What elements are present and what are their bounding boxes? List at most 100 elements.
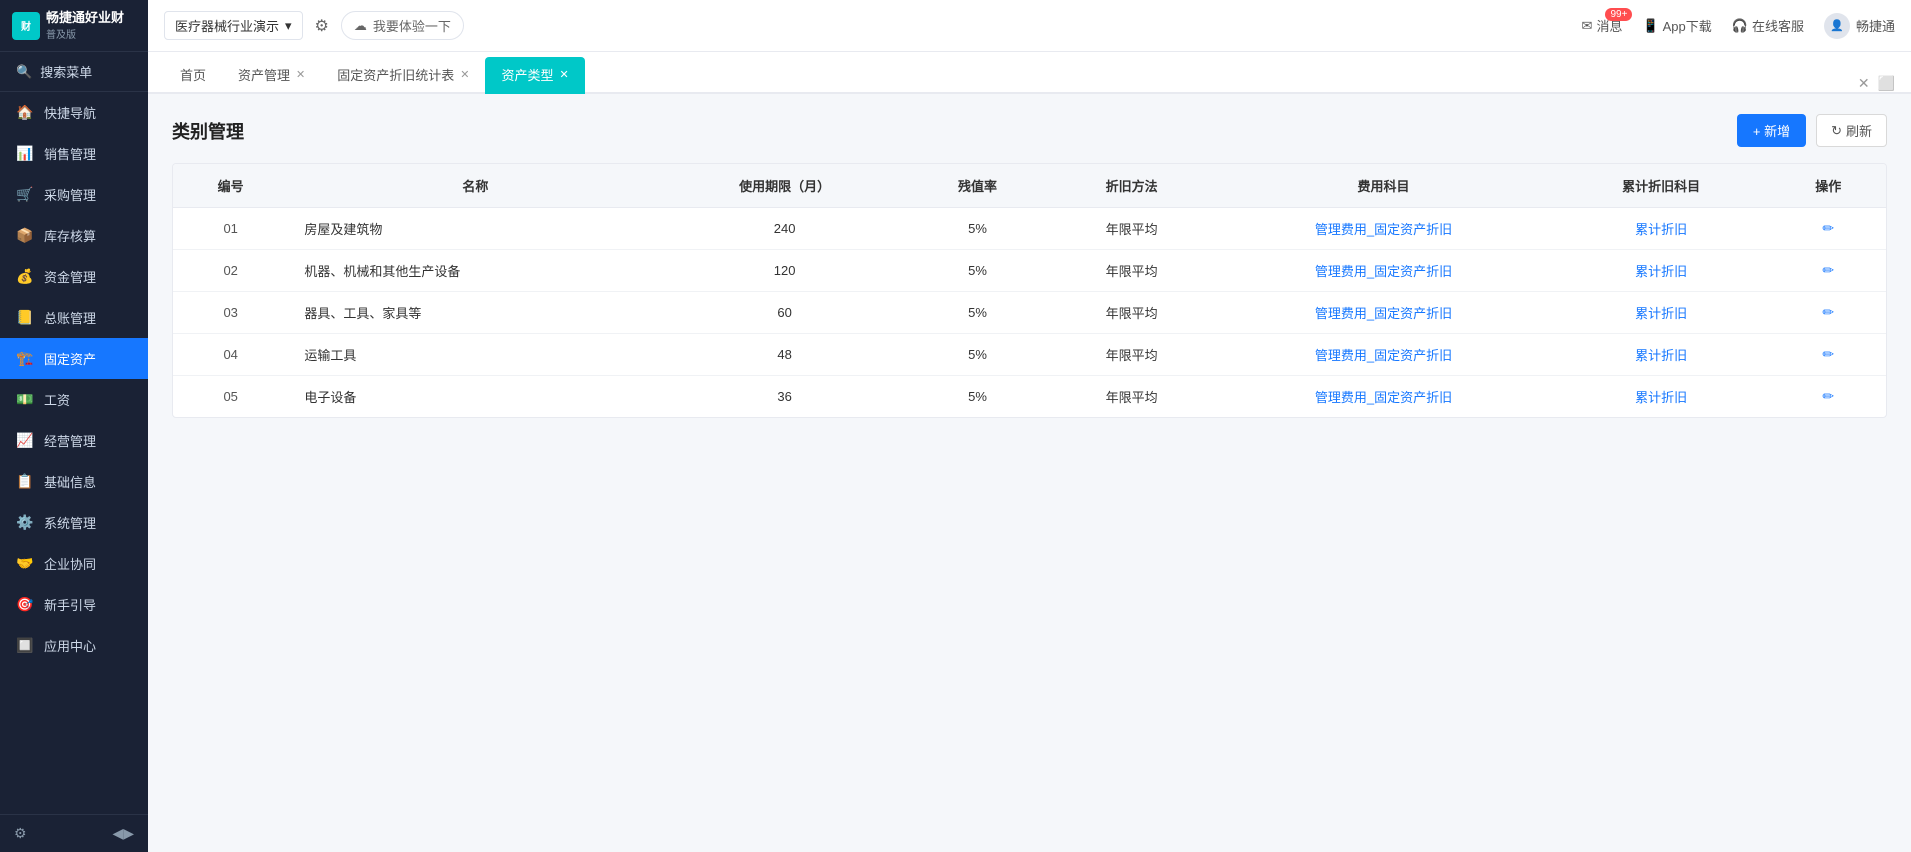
app-download-icon: 📱 (1642, 18, 1658, 34)
sidebar-item-sales[interactable]: 📊 销售管理 (0, 133, 148, 174)
tab-asset-mgmt-close[interactable]: ✕ (296, 68, 305, 81)
nav-label: 新手引导 (44, 595, 96, 614)
app-selector[interactable]: 医疗器械行业演示 ▾ (164, 11, 303, 40)
edit-icon[interactable]: ✏ (1822, 262, 1834, 278)
tab-fixed-depr[interactable]: 固定资产折旧统计表 ✕ (321, 57, 485, 94)
cell-name: 房屋及建筑物 (288, 208, 662, 250)
cell-action: ✏ (1771, 292, 1886, 334)
sidebar-item-app-center[interactable]: 🔲 应用中心 (0, 625, 148, 666)
online-service-action[interactable]: 🎧 在线客服 (1732, 16, 1804, 35)
collapse-icon[interactable]: ◀▶ (112, 825, 134, 842)
sidebar-item-system[interactable]: ⚙️ 系统管理 (0, 502, 148, 543)
cell-action: ✏ (1771, 376, 1886, 418)
purchase-icon: 🛒 (16, 186, 34, 204)
settings-icon[interactable]: ⚙ (14, 825, 27, 842)
app-center-icon: 🔲 (16, 637, 34, 655)
cell-name: 器具、工具、家具等 (288, 292, 662, 334)
search-label: 搜索菜单 (40, 62, 92, 81)
app-download-action[interactable]: 📱 App下载 (1642, 16, 1711, 35)
restore-window-btn[interactable]: ⬜ (1878, 75, 1895, 92)
cell-residual: 5% (907, 376, 1048, 418)
sidebar-item-basic-info[interactable]: 📋 基础信息 (0, 461, 148, 502)
cell-residual: 5% (907, 208, 1048, 250)
table-header: 编号 名称 使用期限（月） 残值率 折旧方法 费用科目 累计折旧科目 操作 (173, 164, 1886, 208)
sidebar: 财 畅捷通好业财 普及版 🔍 搜索菜单 🏠 快捷导航 📊 销售管理 🛒 采购管理… (0, 0, 148, 852)
experience-label: 我要体验一下 (373, 16, 451, 35)
sidebar-item-finance[interactable]: 💰 资金管理 (0, 256, 148, 297)
cell-fee: 管理费用_固定资产折旧 (1215, 208, 1552, 250)
search-icon: 🔍 (16, 64, 32, 80)
cell-fee: 管理费用_固定资产折旧 (1215, 292, 1552, 334)
tabbar: 首页 资产管理 ✕ 固定资产折旧统计表 ✕ 资产类型 ✕ ✕ ⬜ (148, 52, 1911, 94)
tab-fixed-depr-label: 固定资产折旧统计表 (337, 65, 454, 84)
cell-period: 120 (662, 250, 907, 292)
tab-window-controls: ✕ ⬜ (1858, 75, 1895, 92)
messages-action[interactable]: ✉ 消息 99+ (1582, 16, 1623, 35)
col-name: 名称 (288, 164, 662, 208)
col-method: 折旧方法 (1048, 164, 1215, 208)
page-title: 类别管理 (172, 118, 244, 144)
experience-icon: ☁ (354, 18, 367, 34)
cell-accum: 累计折旧 (1552, 334, 1771, 376)
page-header: 类别管理 + 新增 ↻ 刷新 (172, 114, 1887, 147)
table-row: 03 器具、工具、家具等 60 5% 年限平均 管理费用_固定资产折旧 累计折旧… (173, 292, 1886, 334)
content-area: 类别管理 + 新增 ↻ 刷新 编号 名称 使用期限（月） 残值率 折旧方法 (148, 94, 1911, 852)
tab-asset-mgmt[interactable]: 资产管理 ✕ (222, 57, 321, 94)
cell-period: 60 (662, 292, 907, 334)
sidebar-search-btn[interactable]: 🔍 搜索菜单 (0, 52, 148, 92)
tab-asset-type-close[interactable]: ✕ (560, 68, 569, 81)
edit-icon[interactable]: ✏ (1822, 346, 1834, 362)
nav-items: 🏠 快捷导航 📊 销售管理 🛒 采购管理 📦 库存核算 💰 资金管理 📒 总账管… (0, 92, 148, 814)
sidebar-item-operations[interactable]: 📈 经营管理 (0, 420, 148, 461)
main-area: 医疗器械行业演示 ▾ ⚙ ☁ 我要体验一下 ✉ 消息 99+ 📱 App下载 🎧… (148, 0, 1911, 852)
nav-label: 应用中心 (44, 636, 96, 655)
table-row: 04 运输工具 48 5% 年限平均 管理费用_固定资产折旧 累计折旧 ✏ (173, 334, 1886, 376)
cell-method: 年限平均 (1048, 250, 1215, 292)
topbar-settings-icon[interactable]: ⚙ (315, 16, 329, 36)
cell-method: 年限平均 (1048, 208, 1215, 250)
tab-asset-mgmt-label: 资产管理 (238, 65, 290, 84)
sidebar-item-purchase[interactable]: 🛒 采购管理 (0, 174, 148, 215)
data-table: 编号 名称 使用期限（月） 残值率 折旧方法 费用科目 累计折旧科目 操作 01… (172, 163, 1887, 418)
nav-label: 采购管理 (44, 185, 96, 204)
new-btn[interactable]: + 新增 (1737, 114, 1806, 147)
experience-btn[interactable]: ☁ 我要体验一下 (341, 11, 464, 40)
salary-icon: 💵 (16, 391, 34, 409)
edit-icon[interactable]: ✏ (1822, 220, 1834, 236)
home-icon: 🏠 (16, 104, 34, 122)
user-menu[interactable]: 👤 畅捷通 (1824, 13, 1895, 39)
table-body: 01 房屋及建筑物 240 5% 年限平均 管理费用_固定资产折旧 累计折旧 ✏… (173, 208, 1886, 418)
logo-sub: 普及版 (46, 26, 124, 41)
col-accum: 累计折旧科目 (1552, 164, 1771, 208)
tab-home[interactable]: 首页 (164, 57, 222, 94)
sidebar-item-salary[interactable]: 💵 工资 (0, 379, 148, 420)
cell-code: 04 (173, 334, 288, 376)
nav-label: 工资 (44, 390, 70, 409)
cell-code: 03 (173, 292, 288, 334)
sidebar-item-enterprise[interactable]: 🤝 企业协同 (0, 543, 148, 584)
nav-label: 资金管理 (44, 267, 96, 286)
tab-asset-type[interactable]: 资产类型 ✕ (485, 57, 584, 94)
fixed-assets-icon: 🏗️ (16, 350, 34, 368)
col-period: 使用期限（月） (662, 164, 907, 208)
category-table: 编号 名称 使用期限（月） 残值率 折旧方法 费用科目 累计折旧科目 操作 01… (173, 164, 1886, 417)
nav-label: 基础信息 (44, 472, 96, 491)
sidebar-item-guide[interactable]: 🎯 新手引导 (0, 584, 148, 625)
operations-icon: 📈 (16, 432, 34, 450)
close-window-btn[interactable]: ✕ (1858, 75, 1870, 92)
tab-fixed-depr-close[interactable]: ✕ (460, 68, 469, 81)
cell-method: 年限平均 (1048, 376, 1215, 418)
edit-icon[interactable]: ✏ (1822, 388, 1834, 404)
refresh-btn[interactable]: ↻ 刷新 (1816, 114, 1887, 147)
nav-label: 销售管理 (44, 144, 96, 163)
sidebar-item-inventory[interactable]: 📦 库存核算 (0, 215, 148, 256)
col-residual: 残值率 (907, 164, 1048, 208)
table-row: 02 机器、机械和其他生产设备 120 5% 年限平均 管理费用_固定资产折旧 … (173, 250, 1886, 292)
sidebar-item-ledger[interactable]: 📒 总账管理 (0, 297, 148, 338)
edit-icon[interactable]: ✏ (1822, 304, 1834, 320)
sidebar-item-quick-nav[interactable]: 🏠 快捷导航 (0, 92, 148, 133)
cell-accum: 累计折旧 (1552, 208, 1771, 250)
sidebar-item-fixed-assets[interactable]: 🏗️ 固定资产 (0, 338, 148, 379)
cell-period: 36 (662, 376, 907, 418)
cell-period: 48 (662, 334, 907, 376)
